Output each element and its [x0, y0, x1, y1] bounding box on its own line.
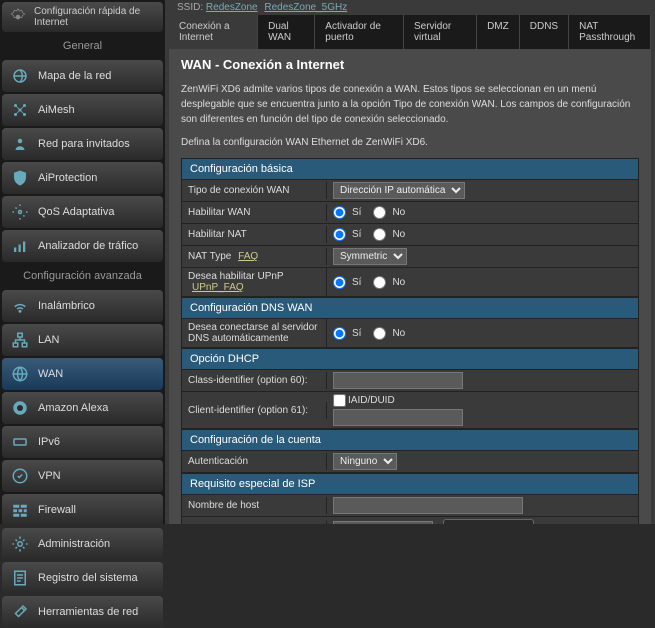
radio-nat-yes[interactable] [333, 228, 346, 241]
lbl-auth: Autenticación [182, 453, 327, 470]
page-desc-2: Defina la configuración WAN Ethernet de … [181, 135, 639, 150]
upnp-faq-link[interactable]: UPnP_FAQ [192, 282, 244, 293]
nav-label: QoS Adaptativa [38, 206, 114, 218]
radio-dns-no[interactable] [373, 327, 386, 340]
radio-wan-yes[interactable] [333, 206, 346, 219]
group-dhcp: Opción DHCP [181, 348, 639, 370]
lbl-class-id: Class-identifier (option 60): [182, 372, 327, 389]
lbl-host: Nombre de host [182, 497, 327, 514]
radio-upnp-yes[interactable] [333, 276, 346, 289]
lbl-enable-nat: Habilitar NAT [182, 226, 327, 243]
aimesh-icon [10, 100, 30, 120]
sidebar-item-wireless[interactable]: Inalámbrico [2, 290, 163, 322]
nav-label: Administración [38, 538, 110, 550]
tab-port[interactable]: Activador de puerto [315, 15, 404, 49]
checkbox-iaid[interactable] [333, 394, 346, 407]
gear-icon [8, 7, 28, 27]
nav-label: AiMesh [38, 104, 75, 116]
sidebar-item-ipv6[interactable]: IPv6 [2, 426, 163, 458]
wan-icon [10, 364, 30, 384]
page-desc-1: ZenWiFi XD6 admite varios tipos de conex… [181, 82, 639, 127]
radio-nat-no[interactable] [373, 228, 386, 241]
select-nat-type[interactable]: Symmetric [333, 248, 407, 265]
sidebar-item-alexa[interactable]: Amazon Alexa [2, 392, 163, 424]
section-general: General [2, 34, 163, 58]
nav-label: WAN [38, 368, 63, 380]
sidebar-item-lan[interactable]: LAN [2, 324, 163, 356]
lbl-client-id: Client-identifier (option 61): [182, 402, 327, 419]
lbl-upnp: Desea habilitar UPnP UPnP_FAQ [182, 268, 327, 296]
sidebar-item-aiprot[interactable]: AiProtection [2, 162, 163, 194]
lbl-conn-type: Tipo de conexión WAN [182, 182, 327, 199]
nav-label: Mapa de la red [38, 70, 111, 82]
nav-label: Red para invitados [38, 138, 130, 150]
lan-icon [10, 330, 30, 350]
tab-nat[interactable]: NAT Passthrough [569, 15, 651, 49]
wireless-icon [10, 296, 30, 316]
guest-icon [10, 134, 30, 154]
mac-clone-button[interactable]: Clonación MAC [443, 519, 534, 524]
vpn-icon [10, 466, 30, 486]
nav-label: Amazon Alexa [38, 402, 108, 414]
quick-label: Configuración rápida de Internet [34, 6, 157, 28]
tab-dual[interactable]: Dual WAN [258, 15, 315, 49]
qos-icon [10, 202, 30, 222]
nav-label: AiProtection [38, 172, 97, 184]
faq-link[interactable]: FAQ [238, 251, 258, 262]
nav-label: VPN [38, 470, 61, 482]
traffic-icon [10, 236, 30, 256]
aiprot-icon [10, 168, 30, 188]
page-title: WAN - Conexión a Internet [181, 57, 639, 72]
tab-conn[interactable]: Conexión a Internet [169, 15, 258, 49]
tab-dmz[interactable]: DMZ [477, 15, 520, 49]
nav-label: IPv6 [38, 436, 60, 448]
ipv6-icon [10, 432, 30, 452]
tab-vs[interactable]: Servidor virtual [404, 15, 477, 49]
ssid-link-1[interactable]: RedesZone [206, 2, 258, 13]
sidebar-item-wan[interactable]: WAN [2, 358, 163, 390]
radio-wan-no[interactable] [373, 206, 386, 219]
nav-label: Inalámbrico [38, 300, 95, 312]
group-isp: Requisito especial de ISP [181, 473, 639, 495]
radio-upnp-no[interactable] [373, 276, 386, 289]
sidebar-item-firewall[interactable]: Firewall [2, 494, 163, 526]
input-class-id[interactable] [333, 372, 463, 389]
lbl-dns-auto: Desea conectarse al servidor DNS automát… [182, 319, 327, 347]
sidebar-item-syslog[interactable]: Registro del sistema [2, 562, 163, 594]
sidebar-item-aimesh[interactable]: AiMesh [2, 94, 163, 126]
select-auth[interactable]: Ninguno [333, 453, 397, 470]
input-client-id[interactable] [333, 409, 463, 426]
nav-label: Herramientas de red [38, 606, 138, 618]
nettools-icon [10, 602, 30, 622]
admin-icon [10, 534, 30, 554]
firewall-icon [10, 500, 30, 520]
sidebar-item-map[interactable]: Mapa de la red [2, 60, 163, 92]
tab-ddns[interactable]: DDNS [520, 15, 569, 49]
sidebar-item-guest[interactable]: Red para invitados [2, 128, 163, 160]
sidebar-item-nettools[interactable]: Herramientas de red [2, 596, 163, 628]
nav-label: Registro del sistema [38, 572, 138, 584]
alexa-icon [10, 398, 30, 418]
sidebar-item-vpn[interactable]: VPN [2, 460, 163, 492]
nav-label: Firewall [38, 504, 76, 516]
sidebar-item-qos[interactable]: QoS Adaptativa [2, 196, 163, 228]
quick-setup[interactable]: Configuración rápida de Internet [2, 2, 163, 32]
map-icon [10, 66, 30, 86]
lbl-nat-type: NAT Type FAQ [182, 248, 327, 265]
lbl-enable-wan: Habilitar WAN [182, 204, 327, 221]
group-dns: Configuración DNS WAN [181, 297, 639, 319]
sidebar-item-admin[interactable]: Administración [2, 528, 163, 560]
group-account: Configuración de la cuenta [181, 429, 639, 451]
section-advanced: Configuración avanzada [2, 264, 163, 288]
select-conn-type[interactable]: Dirección IP automática [333, 182, 465, 199]
syslog-icon [10, 568, 30, 588]
ssid-bar: SSID: RedesZone RedesZone_5GHz [169, 0, 651, 15]
input-host[interactable] [333, 497, 523, 514]
nav-label: LAN [38, 334, 59, 346]
ssid-link-2[interactable]: RedesZone_5GHz [264, 2, 347, 13]
sidebar-item-traffic[interactable]: Analizador de tráfico [2, 230, 163, 262]
group-basic: Configuración básica [181, 158, 639, 180]
radio-dns-yes[interactable] [333, 327, 346, 340]
nav-label: Analizador de tráfico [38, 240, 138, 252]
